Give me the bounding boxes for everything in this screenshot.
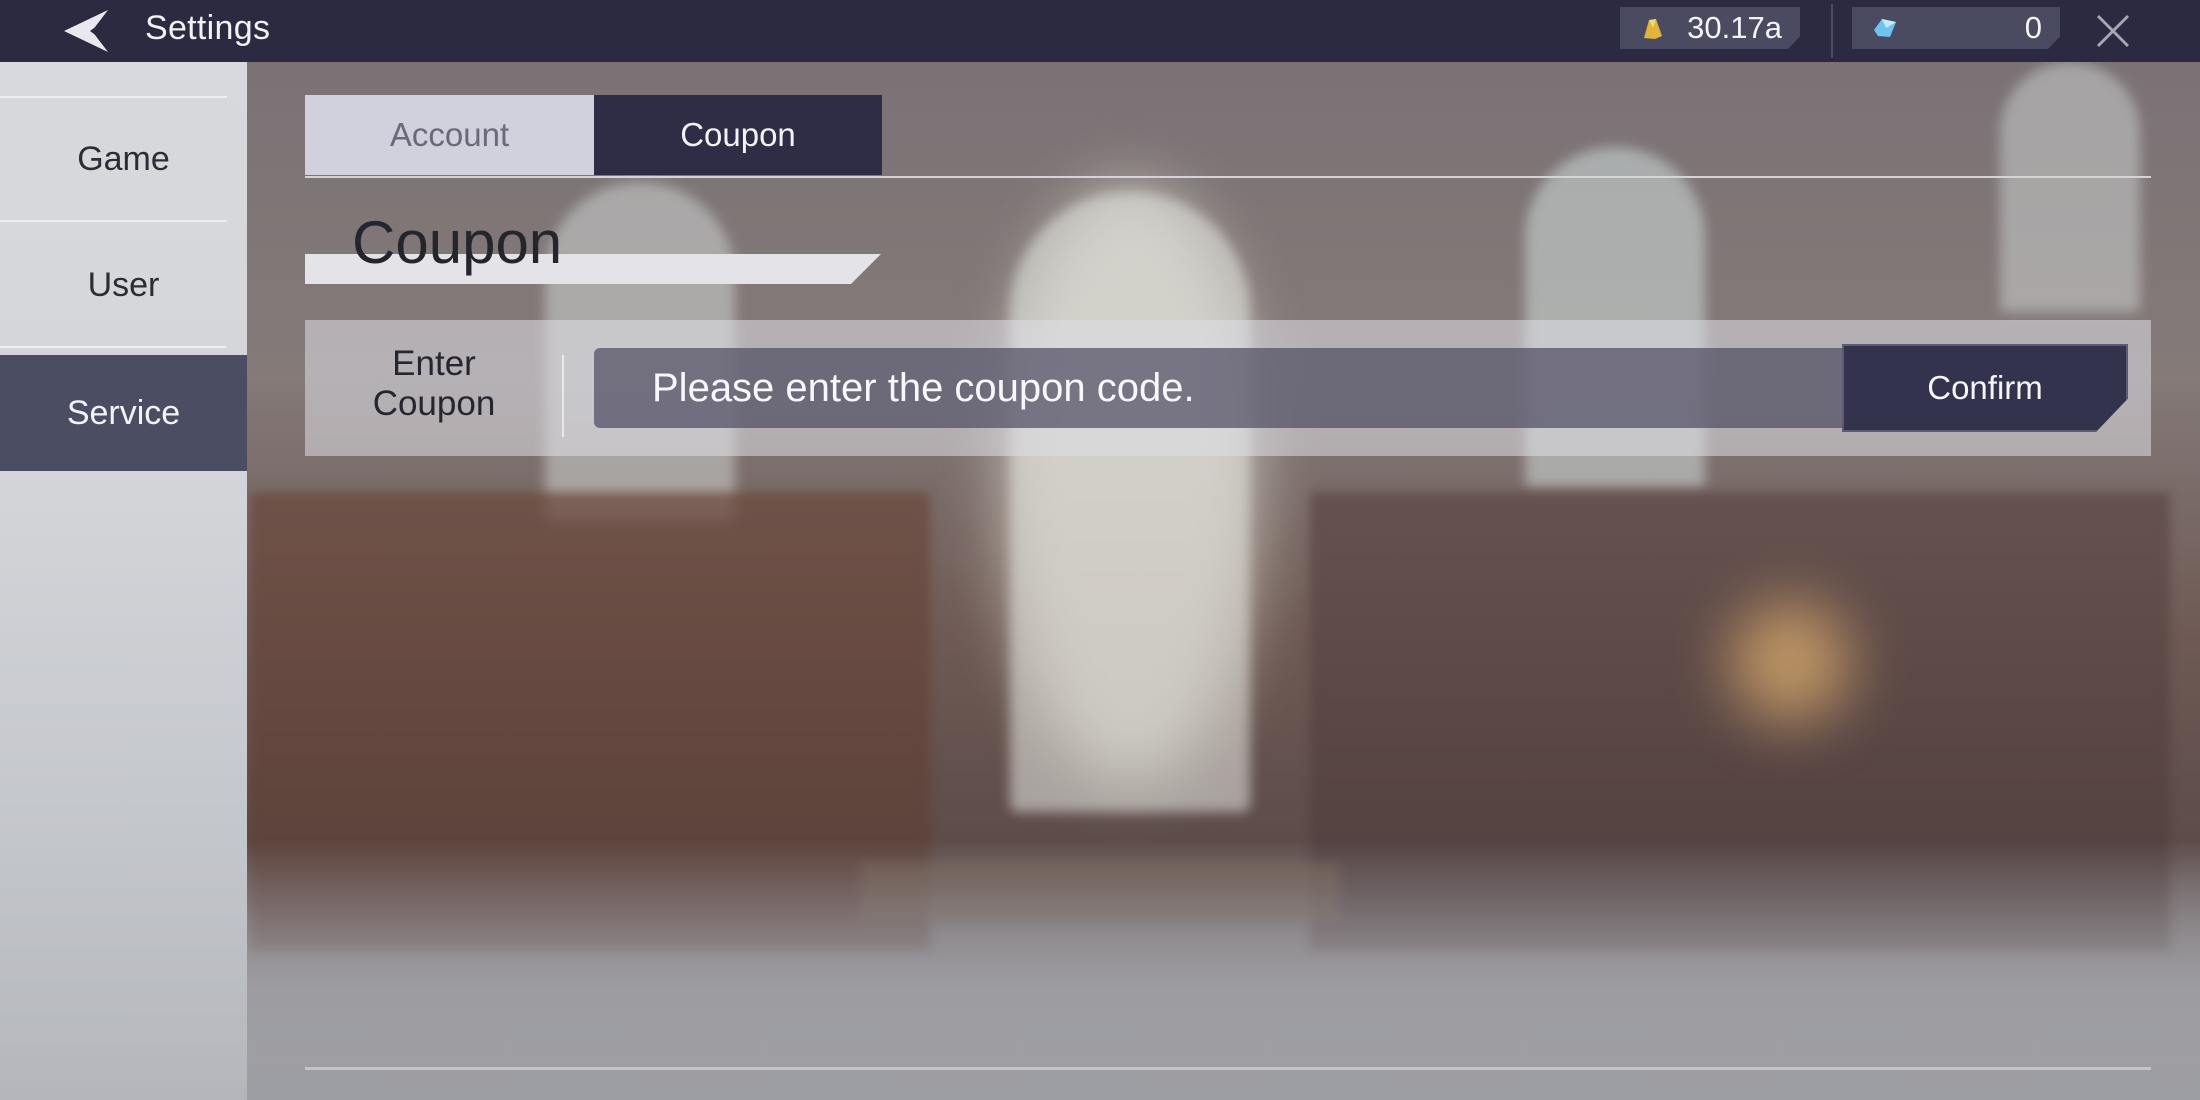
gem-currency-display: 0 <box>1852 7 2060 49</box>
currency-divider <box>1831 4 1833 58</box>
background-window <box>2000 62 2140 312</box>
background-library-scene <box>0 62 2200 1100</box>
tab-underline-divider <box>305 176 2151 178</box>
section-title: Coupon <box>352 209 563 276</box>
tab-label: Account <box>389 116 510 153</box>
gold-coin-icon <box>1640 16 1666 40</box>
coupon-code-input[interactable] <box>594 348 1844 428</box>
back-button[interactable] <box>58 8 118 54</box>
background-window <box>1010 192 1250 812</box>
sidebar-item-user[interactable]: User <box>0 222 247 348</box>
sidebar-item-label: User <box>87 265 160 304</box>
top-bar: Settings 30.17a 0 <box>0 0 2200 62</box>
confirm-button[interactable]: Confirm <box>1842 344 2128 432</box>
page-title: Settings <box>145 9 271 47</box>
sidebar-item-game[interactable]: Game <box>0 96 247 222</box>
blue-gem-icon <box>1872 16 1898 40</box>
tab-label: Coupon <box>680 116 796 153</box>
gem-amount: 0 <box>2024 10 2042 45</box>
gold-currency-display: 30.17a <box>1620 7 1800 49</box>
enter-coupon-label-line2: Coupon <box>372 384 496 423</box>
tab-account[interactable]: Account <box>305 95 594 175</box>
sidebar-item-service[interactable]: Service <box>0 355 247 471</box>
sidebar: Game User Service <box>0 62 247 1100</box>
bottom-divider <box>305 1067 2151 1070</box>
sidebar-item-label: Service <box>66 393 181 432</box>
enter-coupon-label: Enter Coupon <box>305 344 563 424</box>
back-arrow-icon <box>64 10 108 52</box>
close-button[interactable] <box>2090 8 2136 54</box>
enter-coupon-label-line1: Enter <box>392 344 476 383</box>
close-icon <box>2096 14 2130 48</box>
tab-coupon[interactable]: Coupon <box>594 95 882 175</box>
tab-bar: Account Coupon <box>305 95 882 175</box>
gold-amount: 30.17a <box>1687 10 1782 45</box>
sidebar-item-label: Game <box>77 139 170 178</box>
row-divider <box>562 355 564 437</box>
